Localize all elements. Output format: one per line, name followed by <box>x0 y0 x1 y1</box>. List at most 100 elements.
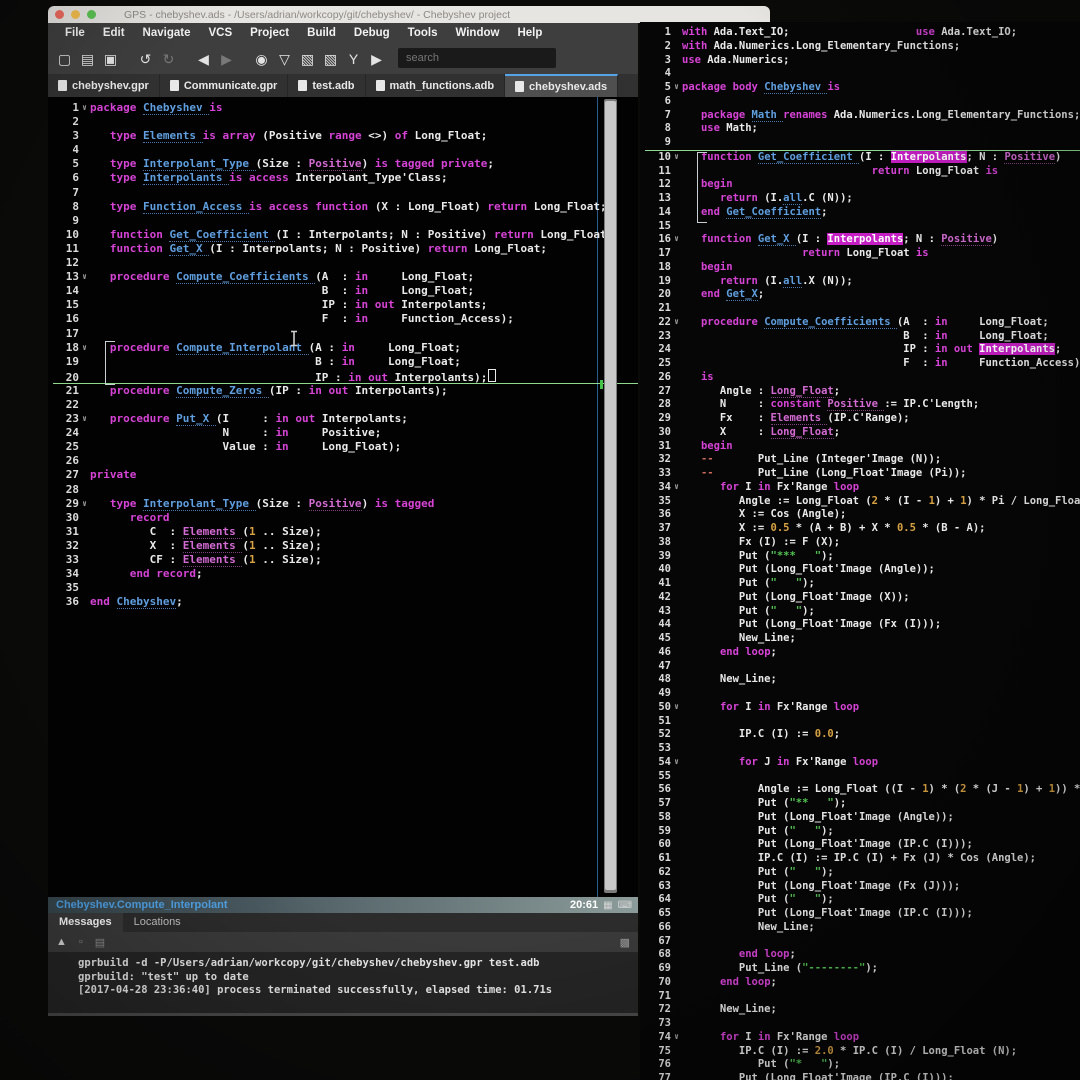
code-line[interactable]: 24 IP : in out Interpolants; <box>645 343 1080 357</box>
code-line[interactable]: 67 <box>645 935 1080 949</box>
line-number[interactable]: 26 <box>645 371 671 383</box>
line-number[interactable]: 70 <box>645 976 671 988</box>
code-line[interactable]: 25 Value : in Long_Float); <box>53 440 638 454</box>
code-line[interactable]: 20 end Get_X; <box>645 288 1080 302</box>
line-number[interactable]: 16 <box>53 312 79 325</box>
code-line[interactable]: 1 with Ada.Text_IO; use Ada.Text_IO; <box>645 26 1080 40</box>
code-line[interactable]: 3 use Ada.Numerics; <box>645 54 1080 68</box>
save-icon[interactable]: ▣ <box>102 51 119 68</box>
clear-icon[interactable]: ▤ <box>95 936 105 949</box>
close-window-icon[interactable] <box>55 10 64 19</box>
code-line[interactable]: 44 Put (Long_Float'Image (Fx (I))); <box>645 618 1080 632</box>
line-number[interactable]: 8 <box>53 200 79 213</box>
line-number[interactable]: 16 <box>645 233 671 245</box>
line-number[interactable]: 34 <box>53 567 79 580</box>
code-line[interactable]: 40 Put (Long_Float'Image (Angle)); <box>645 563 1080 577</box>
stop-icon[interactable]: ◉ <box>253 51 270 68</box>
line-number[interactable]: 28 <box>645 398 671 410</box>
warning-triangle-icon[interactable]: ▲ <box>56 936 67 948</box>
code-line[interactable]: 13 return (I.all.C (N)); <box>645 192 1080 206</box>
code-line[interactable]: 14 end Get_Coefficient; <box>645 205 1080 220</box>
line-number[interactable]: 19 <box>645 275 671 287</box>
menu-tools[interactable]: Tools <box>399 23 447 44</box>
code-line[interactable]: 10 function Get_Coefficient (I : Interpo… <box>53 227 638 242</box>
line-number[interactable]: 22 <box>53 398 79 411</box>
fold-arrow-icon[interactable]: ∨ <box>671 234 682 243</box>
code-line[interactable]: 31 C : Elements (1 .. Size); <box>53 524 638 539</box>
line-number[interactable]: 9 <box>53 214 79 227</box>
line-number[interactable]: 52 <box>645 728 671 740</box>
line-number[interactable]: 25 <box>645 357 671 369</box>
menu-help[interactable]: Help <box>508 23 551 44</box>
line-number[interactable]: 53 <box>645 742 671 754</box>
code-line[interactable]: 21 procedure Compute_Zeros (IP : in out … <box>53 383 638 398</box>
code-line[interactable]: 1 ∨ package Chebyshev is <box>53 101 638 115</box>
line-number[interactable]: 11 <box>53 242 79 255</box>
editor-scrollbar[interactable] <box>604 99 617 893</box>
line-number[interactable]: 4 <box>645 67 671 79</box>
grid-icon[interactable]: ▦ <box>603 900 612 911</box>
line-number[interactable]: 5 <box>645 81 671 93</box>
line-number[interactable]: 50 <box>645 701 671 713</box>
line-number[interactable]: 3 <box>645 54 671 66</box>
code-line[interactable]: 4 <box>645 67 1080 81</box>
code-line[interactable]: 4 <box>53 143 638 157</box>
code-line[interactable]: 45 New_Line; <box>645 632 1080 646</box>
line-number[interactable]: 32 <box>645 453 671 465</box>
menu-window[interactable]: Window <box>446 23 508 44</box>
code-line[interactable]: 9 <box>53 214 638 228</box>
panel-tab-locations[interactable]: Locations <box>123 913 192 932</box>
line-number[interactable]: 59 <box>645 825 671 837</box>
code-line[interactable]: 50 ∨ for I in Fx'Range loop <box>645 701 1080 715</box>
code-line[interactable]: 35 Angle := Long_Float (2 * (I - 1) + 1)… <box>645 495 1080 509</box>
current-subprogram-link[interactable]: Chebyshev.Compute_Interpolant <box>56 899 228 911</box>
code-line[interactable]: 32 -- Put_Line (Integer'Image (N)); <box>645 453 1080 467</box>
code-line[interactable]: 15 <box>645 220 1080 234</box>
code-line[interactable]: 5 ∨ package body Chebyshev is <box>645 81 1080 95</box>
code-line[interactable]: 32 X : Elements (1 .. Size); <box>53 538 638 553</box>
code-line[interactable]: 17 <box>53 327 638 341</box>
line-number[interactable]: 40 <box>645 563 671 575</box>
line-number[interactable]: 58 <box>645 811 671 823</box>
code-line[interactable]: 2 <box>53 115 638 129</box>
line-number[interactable]: 26 <box>53 454 79 467</box>
tab-test.adb[interactable]: test.adb <box>288 74 366 97</box>
play-icon[interactable]: ▶ <box>368 51 385 68</box>
code-line[interactable]: 28 N : constant Positive := IP.C'Length; <box>645 398 1080 412</box>
code-line[interactable]: 8 use Math; <box>645 122 1080 136</box>
code-line[interactable]: 16 ∨ function Get_X (I : Interpolants; N … <box>645 233 1080 247</box>
line-number[interactable]: 6 <box>53 171 79 184</box>
line-number[interactable]: 49 <box>645 687 671 699</box>
line-number[interactable]: 20 <box>53 371 79 384</box>
code-line[interactable]: 22 <box>53 398 638 412</box>
line-number[interactable]: 24 <box>645 343 671 355</box>
line-number[interactable]: 10 <box>53 228 79 241</box>
code-line[interactable]: 75 IP.C (I) := 2.0 * IP.C (I) / Long_Flo… <box>645 1045 1080 1059</box>
line-number[interactable]: 31 <box>53 525 79 538</box>
code-line[interactable]: 58 Put (Long_Float'Image (Angle)); <box>645 811 1080 825</box>
code-line[interactable]: 16 F : in Function_Access); <box>53 312 638 326</box>
code-line[interactable]: 29 ∨ type Interpolant_Type (Size : Positi… <box>53 496 638 511</box>
code-line[interactable]: 69 Put_Line ("--------"); <box>645 962 1080 976</box>
line-number[interactable]: 68 <box>645 948 671 960</box>
line-number[interactable]: 23 <box>645 330 671 342</box>
line-number[interactable]: 29 <box>645 412 671 424</box>
code-line[interactable]: 28 <box>53 483 638 497</box>
code-line[interactable]: 19 return (I.all.X (N)); <box>645 274 1080 289</box>
new-file-icon[interactable]: ▢ <box>56 51 73 68</box>
line-number[interactable]: 12 <box>53 256 79 269</box>
line-number[interactable]: 17 <box>53 327 79 340</box>
line-number[interactable]: 54 <box>645 756 671 768</box>
line-number[interactable]: 39 <box>645 550 671 562</box>
code-line[interactable]: 61 IP.C (I) := IP.C (I) + Fx (J) * Cos (… <box>645 852 1080 866</box>
code-line[interactable]: 6 <box>645 95 1080 109</box>
code-line[interactable]: 21 <box>645 302 1080 316</box>
line-number[interactable]: 38 <box>645 536 671 548</box>
line-number[interactable]: 51 <box>645 715 671 727</box>
line-number[interactable]: 18 <box>53 341 79 354</box>
line-number[interactable]: 60 <box>645 838 671 850</box>
code-line[interactable]: 52 IP.C (I) := 0.0; <box>645 728 1080 742</box>
code-line[interactable]: 20 IP : in out Interpolants); <box>53 368 638 384</box>
line-number[interactable]: 67 <box>645 935 671 947</box>
line-number[interactable]: 2 <box>645 40 671 52</box>
